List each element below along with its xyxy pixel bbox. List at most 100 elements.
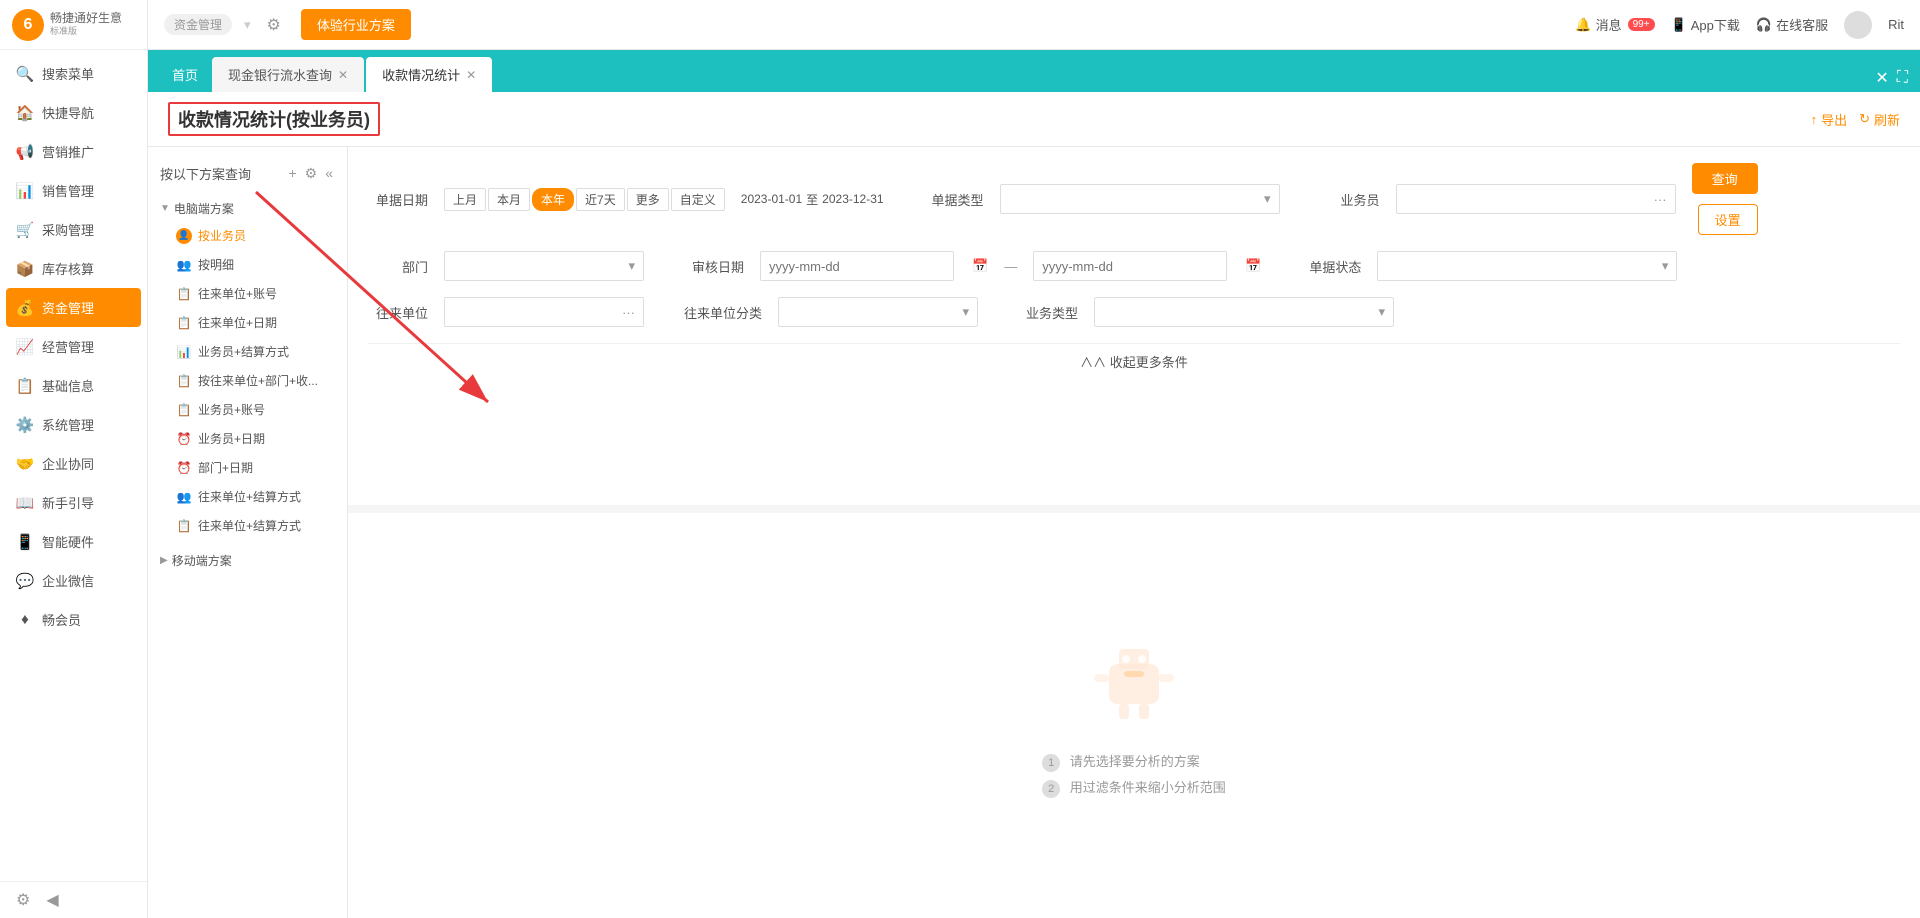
filter-settings-btn[interactable]: 设置 xyxy=(1698,204,1758,235)
collapse-sidebar-icon[interactable]: ◀ xyxy=(46,890,58,910)
partner-category-select[interactable]: ▾ xyxy=(778,297,978,327)
review-date-end-input[interactable] xyxy=(1033,251,1227,281)
business-type-label: 业务类型 xyxy=(1018,303,1078,322)
sidebar-item-search-menu[interactable]: 🔍 搜索菜单 xyxy=(0,54,147,93)
partner-select[interactable]: ··· xyxy=(444,297,644,327)
sidebar-item-inventory[interactable]: 📦 库存核算 xyxy=(0,249,147,288)
salesperson-account-icon: 📋 xyxy=(176,402,192,418)
scheme-group-desktop-title[interactable]: ▼ 电脑端方案 xyxy=(148,196,347,221)
business-type-select[interactable]: ▾ xyxy=(1094,297,1394,327)
tab-collection-stats-close-icon[interactable]: ✕ xyxy=(466,68,476,82)
salesperson-select[interactable]: ··· xyxy=(1396,184,1676,214)
voucher-type-select[interactable]: ▾ xyxy=(1000,184,1280,214)
date-btn-more[interactable]: 更多 xyxy=(627,188,669,211)
sidebar-item-purchase[interactable]: 🛒 采购管理 xyxy=(0,210,147,249)
filter-collapse-btn[interactable]: ∧∧ 收起更多条件 xyxy=(368,343,1900,379)
scheme-item-salesperson-date[interactable]: ⏰ 业务员+日期 xyxy=(148,424,347,453)
tab-bank-flow[interactable]: 现金银行流水查询 ✕ xyxy=(212,57,364,92)
partner-more-icon: ··· xyxy=(622,305,635,320)
topbar-gear-icon[interactable]: ⚙ xyxy=(267,15,281,35)
topbar: 资金管理 ▾ ⚙ 体验行业方案 🔔 消息 99+ 📱 App下载 🎧 在线客服 … xyxy=(148,0,1920,50)
date-btn-this-year[interactable]: 本年 xyxy=(532,188,574,211)
calendar-end-icon[interactable]: 📅 xyxy=(1245,258,1261,274)
headset-icon: 🎧 xyxy=(1756,17,1772,33)
sidebar-item-system[interactable]: ⚙️ 系统管理 xyxy=(0,405,147,444)
calendar-start-icon[interactable]: 📅 xyxy=(972,258,988,274)
date-btn-this-month[interactable]: 本月 xyxy=(488,188,530,211)
scheme-item-by-detail[interactable]: 👥 按明细 xyxy=(148,250,347,279)
page-header: 收款情况统计(按业务员) ↑ 导出 ↻ 刷新 xyxy=(148,92,1920,147)
basic-info-icon: 📋 xyxy=(16,377,34,395)
step2-num: 2 xyxy=(1042,780,1060,798)
scheme-item-by-salesperson[interactable]: 👤 按业务员 xyxy=(148,221,347,250)
review-date-label: 审核日期 xyxy=(684,257,744,276)
date-label: 单据日期 xyxy=(368,190,428,209)
tab-close-all-icon[interactable]: ✕ xyxy=(1875,68,1888,88)
filter-panel: 单据日期 上月 本月 本年 近7天 更多 自定义 2023-01-01 至 xyxy=(348,147,1920,505)
date-btn-last-month[interactable]: 上月 xyxy=(444,188,486,211)
member-icon: ♦ xyxy=(16,611,34,629)
sidebar-item-marketing[interactable]: 📢 营销推广 xyxy=(0,132,147,171)
sidebar-item-member[interactable]: ♦ 畅会员 xyxy=(0,600,147,639)
export-icon: ↑ xyxy=(1811,112,1818,127)
detail-icon: 👥 xyxy=(176,257,192,273)
online-service-item[interactable]: 🎧 在线客服 xyxy=(1756,15,1828,34)
trial-btn[interactable]: 体验行业方案 xyxy=(301,9,411,40)
sidebar: 6 畅捷通好生意 标准版 🔍 搜索菜单 🏠 快捷导航 📢 营销推广 📊 销售管理… xyxy=(0,0,148,918)
sidebar-item-sales[interactable]: 📊 销售管理 xyxy=(0,171,147,210)
sidebar-item-smart-hardware[interactable]: 📱 智能硬件 xyxy=(0,522,147,561)
sidebar-item-finance[interactable]: 💰 资金管理 xyxy=(6,288,141,327)
scheme-panel: 按以下方案查询 + ⚙ « ▼ 电脑端方案 👤 按业务员 xyxy=(148,147,348,918)
sidebar-logo: 6 畅捷通好生意 标准版 xyxy=(0,0,147,50)
scheme-settings-icon[interactable]: ⚙ xyxy=(303,163,320,184)
scheme-collapse-icon[interactable]: « xyxy=(323,163,335,184)
sidebar-item-guide[interactable]: 📖 新手引导 xyxy=(0,483,147,522)
scheme-item-partner-dept[interactable]: 📋 按往来单位+部门+收... xyxy=(148,366,347,395)
active-indicator: 👤 xyxy=(176,228,192,244)
partner-category-label: 往来单位分类 xyxy=(684,303,762,322)
page-title: 收款情况统计(按业务员) xyxy=(168,102,380,136)
scheme-group-mobile-title[interactable]: ▶ 移动端方案 xyxy=(148,548,347,573)
sidebar-item-basic-info[interactable]: 📋 基础信息 xyxy=(0,366,147,405)
scheme-group-mobile: ▶ 移动端方案 xyxy=(148,544,347,577)
scheme-item-salesperson-settlement[interactable]: 📊 业务员+结算方式 xyxy=(148,337,347,366)
sidebar-item-business[interactable]: 📈 经营管理 xyxy=(0,327,147,366)
scheme-item-partner-settlement2[interactable]: 📋 往来单位+结算方式 xyxy=(148,511,347,540)
review-date-start-input[interactable] xyxy=(760,251,954,281)
refresh-btn[interactable]: ↻ 刷新 xyxy=(1859,110,1900,129)
business-type-dropdown-icon: ▾ xyxy=(1378,304,1385,320)
filter-row-2: 部门 ▾ 审核日期 📅 — 📅 单据状态 xyxy=(368,251,1900,281)
voucher-status-select[interactable]: ▾ xyxy=(1377,251,1677,281)
scheme-item-salesperson-account[interactable]: 📋 业务员+账号 xyxy=(148,395,347,424)
export-btn[interactable]: ↑ 导出 xyxy=(1811,110,1848,129)
settings-bottom-icon[interactable]: ⚙ xyxy=(16,890,30,910)
query-btn[interactable]: 查询 xyxy=(1692,163,1758,194)
breadcrumb-arrow: ▾ xyxy=(244,17,251,33)
logo-text: 畅捷通好生意 标准版 xyxy=(50,11,122,38)
tab-collection-stats[interactable]: 收款情况统计 ✕ xyxy=(366,57,492,92)
app-download-item[interactable]: 📱 App下载 xyxy=(1671,15,1740,34)
tab-home[interactable]: 首页 xyxy=(160,57,210,92)
partner-settlement2-icon: 📋 xyxy=(176,518,192,534)
sidebar-item-enterprise[interactable]: 🤝 企业协同 xyxy=(0,444,147,483)
notifications-item[interactable]: 🔔 消息 99+ xyxy=(1575,15,1654,34)
date-btn-custom[interactable]: 自定义 xyxy=(671,188,725,211)
dept-select[interactable]: ▾ xyxy=(444,251,644,281)
empty-state: 1 请先选择要分析的方案 2 用过滤条件来缩小分析范围 xyxy=(348,513,1920,918)
date-btn-last-7days[interactable]: 近7天 xyxy=(576,188,625,211)
scheme-item-partner-date[interactable]: 📋 往来单位+日期 xyxy=(148,308,347,337)
user-label: Rit xyxy=(1888,17,1904,32)
voucher-status-label: 单据状态 xyxy=(1301,257,1361,276)
scheme-add-icon[interactable]: + xyxy=(286,163,298,184)
sidebar-item-quick-nav[interactable]: 🏠 快捷导航 xyxy=(0,93,147,132)
topbar-right: 🔔 消息 99+ 📱 App下载 🎧 在线客服 Rit xyxy=(1575,11,1904,39)
user-avatar[interactable] xyxy=(1844,11,1872,39)
sidebar-item-enterprise-wechat[interactable]: 💬 企业微信 xyxy=(0,561,147,600)
phone-icon: 📱 xyxy=(1671,17,1687,33)
scheme-item-partner-settlement1[interactable]: 👥 往来单位+结算方式 xyxy=(148,482,347,511)
sidebar-nav: 🔍 搜索菜单 🏠 快捷导航 📢 营销推广 📊 销售管理 🛒 采购管理 📦 库存核… xyxy=(0,50,147,881)
tab-bank-flow-close-icon[interactable]: ✕ xyxy=(338,68,348,82)
scheme-item-partner-account[interactable]: 📋 往来单位+账号 xyxy=(148,279,347,308)
tab-expand-icon[interactable]: ⛶ xyxy=(1897,69,1908,87)
scheme-item-dept-date[interactable]: ⏰ 部门+日期 xyxy=(148,453,347,482)
